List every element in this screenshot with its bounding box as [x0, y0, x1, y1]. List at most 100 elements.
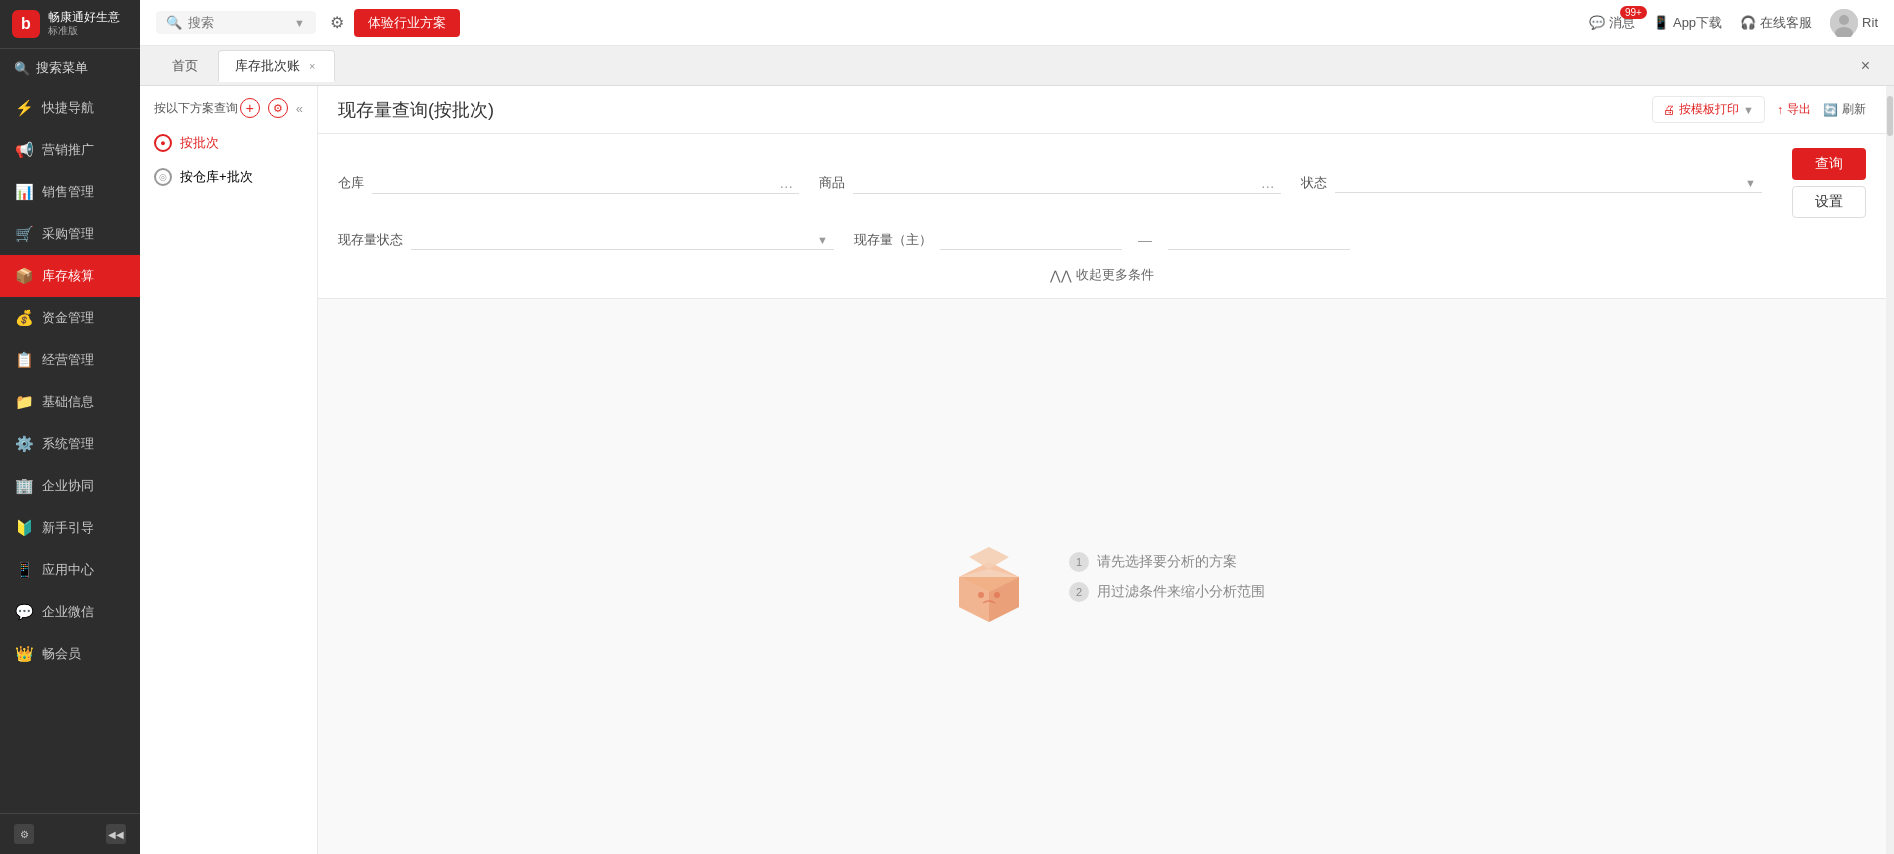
scheme-item-batch[interactable]: ● 按批次 [140, 126, 317, 160]
warehouse-input-wrapper: … [372, 173, 799, 194]
inventory-status-select-wrapper: ▼ [411, 230, 834, 250]
messages-badge: 99+ [1620, 6, 1647, 19]
tab-inventory-batch-label: 库存批次账 [235, 57, 300, 75]
inventory-status-label: 现存量状态 [338, 231, 403, 249]
sidebar-search[interactable]: 🔍 搜索菜单 [0, 49, 140, 87]
sidebar-item-basic-info[interactable]: 📁基础信息 [0, 381, 140, 423]
product-input-wrapper: … [853, 173, 1280, 194]
nav-label-inventory: 库存核算 [42, 267, 94, 285]
sidebar-item-finance[interactable]: 💰资金管理 [0, 297, 140, 339]
quantity-min-input[interactable] [946, 232, 1026, 247]
hint-number-1: 1 [1069, 552, 1089, 572]
settings-btn[interactable]: 设置 [1792, 186, 1866, 218]
sidebar-item-quick-nav[interactable]: ⚡ 快捷导航 [0, 87, 140, 129]
status-label: 状态 [1301, 174, 1327, 192]
nav-icon-system: ⚙️ [14, 435, 34, 453]
collapse-up-icon: ⋀⋀ [1050, 268, 1072, 283]
product-input[interactable] [859, 175, 1256, 190]
topbar-dropdown-arrow-icon[interactable]: ▼ [294, 17, 305, 29]
inventory-status-select[interactable] [417, 232, 813, 247]
tab-home[interactable]: 首页 [156, 51, 214, 81]
warehouse-label: 仓库 [338, 174, 364, 192]
content-area: 按以下方案查询 + ⚙ « ● 按批次 ◎ 按仓库+批次 现存量查询(按批次) [140, 86, 1894, 854]
svg-point-1 [1839, 15, 1849, 25]
main-area: 🔍 ▼ ⚙ 体验行业方案 💬 消息 99+ 📱 App下载 🎧 在线客服 [140, 0, 1894, 854]
collapse-more-row[interactable]: ⋀⋀ 收起更多条件 [338, 262, 1866, 284]
scheme-item-warehouse-batch[interactable]: ◎ 按仓库+批次 [140, 160, 317, 194]
trial-btn[interactable]: 体验行业方案 [354, 9, 460, 37]
sidebar-item-enterprise-wechat[interactable]: 💬企业微信 [0, 591, 140, 633]
sidebar-scroll-up[interactable]: ⚙ [14, 824, 34, 844]
scheme-inactive-icon: ◎ [154, 168, 172, 186]
print-btn[interactable]: 🖨 按模板打印 ▼ [1652, 96, 1765, 123]
status-field: 状态 ▼ [1301, 173, 1762, 193]
tab-inventory-batch[interactable]: 库存批次账 × [218, 50, 335, 82]
page-header-actions: 🖨 按模板打印 ▼ ↑ 导出 🔄 刷新 [1652, 96, 1866, 123]
quantity-max-input-wrapper [1168, 230, 1350, 250]
sidebar-scroll-down[interactable]: ◀◀ [106, 824, 126, 844]
sidebar-item-system[interactable]: ⚙️系统管理 [0, 423, 140, 465]
export-btn[interactable]: ↑ 导出 [1777, 101, 1811, 118]
nav-icon-app-center: 📱 [14, 561, 34, 579]
sidebar-item-inventory[interactable]: 📦库存核算 [0, 255, 140, 297]
collapse-panel-btn[interactable]: « [296, 101, 303, 116]
scheme-settings-btn[interactable]: ⚙ [268, 98, 288, 118]
topbar-search-area[interactable]: 🔍 ▼ [156, 11, 316, 34]
nav-icon-enterprise: 🏢 [14, 477, 34, 495]
tabs-close-all-btn[interactable]: × [1853, 53, 1878, 79]
tab-close-icon[interactable]: × [306, 59, 318, 73]
warehouse-input[interactable] [378, 175, 775, 190]
nav-label-new-guide: 新手引导 [42, 519, 94, 537]
tab-home-label: 首页 [172, 57, 198, 75]
sidebar-item-app-center[interactable]: 📱 应用中心 [0, 549, 140, 591]
sidebar-item-purchase[interactable]: 🛒 采购管理 [0, 213, 140, 255]
nav-icon-new-guide: 🔰 [14, 519, 34, 537]
app-download-action[interactable]: 📱 App下载 [1653, 14, 1722, 32]
sidebar-item-member[interactable]: 👑畅会员 [0, 633, 140, 675]
empty-hint-2-text: 用过滤条件来缩小分析范围 [1097, 583, 1265, 601]
message-icon: 💬 [1589, 15, 1605, 30]
right-main: 现存量查询(按批次) 🖨 按模板打印 ▼ ↑ 导出 🔄 刷新 [318, 86, 1886, 854]
nav-label-finance: 资金管理 [42, 309, 94, 327]
right-scrollbar[interactable] [1886, 86, 1894, 854]
empty-hint-1-text: 请先选择要分析的方案 [1097, 553, 1237, 571]
warehouse-ellipsis-icon[interactable]: … [779, 175, 793, 191]
messages-action[interactable]: 💬 消息 99+ [1589, 14, 1635, 32]
online-service-action[interactable]: 🎧 在线客服 [1740, 14, 1812, 32]
topbar-search-icon: 🔍 [166, 15, 182, 30]
sidebar-item-new-guide[interactable]: 🔰 新手引导 [0, 507, 140, 549]
sidebar-nav: ⚡ 快捷导航 📢营销推广📊销售管理 🛒 采购管理 📦库存核算💰资金管理📋经营管理📁基础信息… [0, 87, 140, 813]
nav-icon-quick-nav: ⚡ [14, 99, 34, 117]
product-field: 商品 … [819, 173, 1280, 194]
add-scheme-btn[interactable]: + [240, 98, 260, 118]
sidebar-item-enterprise[interactable]: 🏢企业协同 [0, 465, 140, 507]
topbar-search-input[interactable] [188, 15, 288, 30]
nav-label-app-center: 应用中心 [42, 561, 94, 579]
refresh-btn[interactable]: 🔄 刷新 [1823, 101, 1866, 118]
quantity-max-input[interactable] [1174, 232, 1254, 247]
status-select[interactable] [1341, 175, 1741, 190]
headset-icon: 🎧 [1740, 15, 1756, 30]
scheme-batch-label: 按批次 [180, 134, 219, 152]
status-chevron-icon[interactable]: ▼ [1745, 177, 1756, 189]
quantity-field: 现存量（主） — [854, 230, 1350, 250]
app-version: 标准版 [48, 24, 120, 38]
inventory-status-field: 现存量状态 ▼ [338, 230, 834, 250]
topbar-gear-icon[interactable]: ⚙ [330, 13, 344, 32]
nav-label-quick-nav: 快捷导航 [42, 99, 94, 117]
username-label: Rit [1862, 15, 1878, 30]
nav-label-purchase: 采购管理 [42, 225, 94, 243]
inventory-status-chevron-icon[interactable]: ▼ [817, 234, 828, 246]
sidebar-item-marketing[interactable]: 📢营销推广 [0, 129, 140, 171]
print-dropdown-icon[interactable]: ▼ [1743, 104, 1754, 116]
query-btn[interactable]: 查询 [1792, 148, 1866, 180]
user-profile[interactable]: Rit [1830, 9, 1878, 37]
sidebar-item-sales[interactable]: 📊销售管理 [0, 171, 140, 213]
company-name: 畅康通好生意 [48, 10, 120, 24]
product-ellipsis-icon[interactable]: … [1261, 175, 1275, 191]
empty-illustration [939, 527, 1039, 627]
nav-icon-purchase: 🛒 [14, 225, 34, 243]
export-icon: ↑ [1777, 103, 1783, 117]
app-download-icon: 📱 [1653, 15, 1669, 30]
sidebar-item-operations[interactable]: 📋经营管理 [0, 339, 140, 381]
